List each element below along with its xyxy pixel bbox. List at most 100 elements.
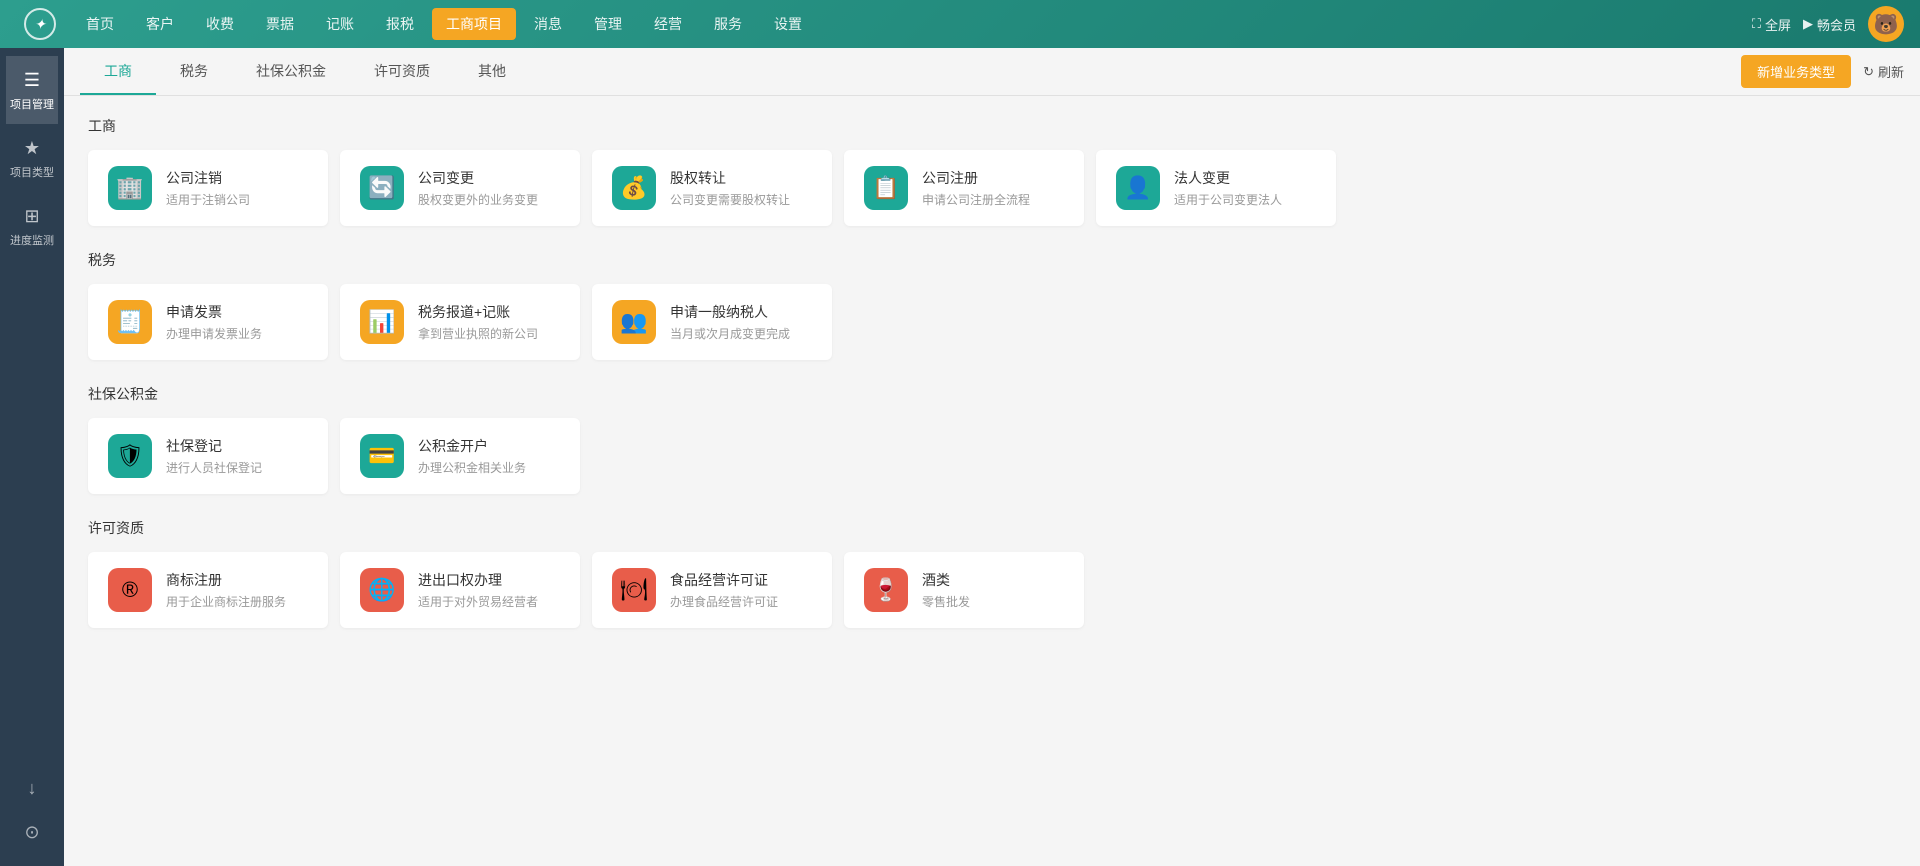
tab-许可资质[interactable]: 许可资质 [350,49,454,95]
card-商标注册[interactable]: ® 商标注册用于企业商标注册服务 [88,552,328,628]
main-layout: ☰项目管理★项目类型⊞进度监测 ↓⊙ 工商税务社保公积金许可资质其他 新增业务类… [0,48,1920,866]
card-法人变更[interactable]: 👤法人变更适用于公司变更法人 [1096,150,1336,226]
refresh-label: 刷新 [1878,62,1904,81]
nav-item-工商项目[interactable]: 工商项目 [432,8,516,40]
refresh-button[interactable]: ↻ 刷新 [1863,62,1904,81]
sidebar-icon-项目类型: ★ [20,136,44,160]
card-title-法人变更: 法人变更 [1174,168,1282,188]
section-许可资质: 许可资质 ® 商标注册用于企业商标注册服务 🌐 进出口权办理适用于对外贸易经营者 🍽 食品经… [88,518,1896,628]
nav-item-报税[interactable]: 报税 [372,8,428,40]
card-icon-食品经营许可证: 🍽 [612,568,656,612]
card-title-股权转让: 股权转让 [670,168,790,188]
card-desc-食品经营许可证: 办理食品经营许可证 [670,593,778,610]
fullscreen-button[interactable]: ⛶ 全屏 [1752,15,1791,34]
nav-item-收费[interactable]: 收费 [192,8,248,40]
card-公司注销[interactable]: 🏢公司注销适用于注销公司 [88,150,328,226]
section-title-许可资质: 许可资质 [88,518,1896,538]
sidebar-label: 项目类型 [10,164,54,180]
sidebar-item-项目类型[interactable]: ★ 项目类型 [6,124,58,192]
card-icon-股权转让: 💰 [612,166,656,210]
card-进出口权办理[interactable]: 🌐 进出口权办理适用于对外贸易经营者 [340,552,580,628]
card-desc-法人变更: 适用于公司变更法人 [1174,191,1282,208]
nav-item-记账[interactable]: 记账 [312,8,368,40]
card-title-商标注册: 商标注册 [166,570,286,590]
card-申请发票[interactable]: 🧾申请发票办理申请发票业务 [88,284,328,360]
sidebar-bottom-download-icon[interactable]: ↓ [14,770,50,806]
sidebar-bottom: ↓⊙ [14,770,50,866]
avatar: 🐻 [1868,6,1904,42]
sidebar-item-项目管理[interactable]: ☰项目管理 [6,56,58,124]
add-type-button[interactable]: 新增业务类型 [1741,55,1851,88]
fullscreen-icon: ⛶ [1752,16,1761,32]
card-title-公司变更: 公司变更 [418,168,538,188]
card-酒类[interactable]: 🍷酒类零售批发 [844,552,1084,628]
nav-item-服务[interactable]: 服务 [700,8,756,40]
card-desc-商标注册: 用于企业商标注册服务 [166,593,286,610]
card-title-公司注销: 公司注销 [166,168,250,188]
card-desc-公司变更: 股权变更外的业务变更 [418,191,538,208]
card-desc-公积金开户: 办理公积金相关业务 [418,459,526,476]
nav-item-管理[interactable]: 管理 [580,8,636,40]
section-title-税务: 税务 [88,250,1896,270]
tab-其他[interactable]: 其他 [454,49,530,95]
card-title-进出口权办理: 进出口权办理 [418,570,538,590]
card-icon-申请一般纳税人: 👥 [612,300,656,344]
card-社保登记[interactable]: 🛡 社保登记进行人员社保登记 [88,418,328,494]
section-税务: 税务🧾申请发票办理申请发票业务📊税务报道+记账拿到营业执照的新公司👥申请一般纳税… [88,250,1896,360]
card-公积金开户[interactable]: 💳 公积金开户办理公积金相关业务 [340,418,580,494]
nav-item-经营[interactable]: 经营 [640,8,696,40]
card-desc-公司注册: 申请公司注册全流程 [922,191,1030,208]
card-title-申请一般纳税人: 申请一般纳税人 [670,302,790,322]
sidebar-label: 进度监测 [10,232,54,248]
nav-right: ⛶ 全屏 ▶ 畅会员 🐻 [1752,6,1904,42]
section-title-社保公积金: 社保公积金 [88,384,1896,404]
nav-item-客户[interactable]: 客户 [132,8,188,40]
card-title-申请发票: 申请发票 [166,302,262,322]
nav-item-票据[interactable]: 票据 [252,8,308,40]
vip-button[interactable]: ▶ 畅会员 [1803,15,1856,34]
card-title-公司注册: 公司注册 [922,168,1030,188]
card-icon-公积金开户: 💳 [360,434,404,478]
card-title-公积金开户: 公积金开户 [418,436,526,456]
logo: ✦ [16,0,64,48]
card-食品经营许可证[interactable]: 🍽 食品经营许可证办理食品经营许可证 [592,552,832,628]
card-税务报道+记账[interactable]: 📊税务报道+记账拿到营业执照的新公司 [340,284,580,360]
logo-icon: ✦ [24,8,56,40]
tab-社保公积金[interactable]: 社保公积金 [232,49,350,95]
tab-工商[interactable]: 工商 [80,49,156,95]
nav-item-消息[interactable]: 消息 [520,8,576,40]
card-icon-公司注销: 🏢 [108,166,152,210]
section-title-工商: 工商 [88,116,1896,136]
card-icon-公司变更: 🔄 [360,166,404,210]
card-股权转让[interactable]: 💰 股权转让公司变更需要股权转让 [592,150,832,226]
tab-right: 新增业务类型 ↻ 刷新 [1741,55,1904,88]
tab-税务[interactable]: 税务 [156,49,232,95]
card-icon-公司注册: 📋 [864,166,908,210]
sidebar-item-进度监测[interactable]: ⊞进度监测 [6,192,58,260]
card-申请一般纳税人[interactable]: 👥申请一般纳税人当月或次月成变更完成 [592,284,832,360]
sidebar-icon-项目管理: ☰ [20,68,44,92]
content-area: 工商税务社保公积金许可资质其他 新增业务类型 ↻ 刷新 工商🏢公司注销适用于注销… [64,48,1920,866]
card-icon-申请发票: 🧾 [108,300,152,344]
card-icon-社保登记: 🛡 [108,434,152,478]
card-title-食品经营许可证: 食品经营许可证 [670,570,778,590]
top-nav: ✦ 首页客户收费票据记账报税工商项目消息管理经营服务设置 ⛶ 全屏 ▶ 畅会员 … [0,0,1920,48]
card-icon-酒类: 🍷 [864,568,908,612]
section-社保公积金: 社保公积金 🛡 社保登记进行人员社保登记 💳 公积金开户办理公积金相关业务 [88,384,1896,494]
refresh-icon: ↻ [1863,64,1874,80]
card-title-酒类: 酒类 [922,570,970,590]
sidebar-bottom-settings-icon[interactable]: ⊙ [14,814,50,850]
card-desc-进出口权办理: 适用于对外贸易经营者 [418,593,538,610]
vip-label: 畅会员 [1817,15,1856,34]
card-公司变更[interactable]: 🔄 公司变更股权变更外的业务变更 [340,150,580,226]
nav-item-设置[interactable]: 设置 [760,8,816,40]
nav-item-首页[interactable]: 首页 [72,8,128,40]
card-title-社保登记: 社保登记 [166,436,262,456]
sidebar: ☰项目管理★项目类型⊞进度监测 ↓⊙ [0,48,64,866]
card-公司注册[interactable]: 📋 公司注册申请公司注册全流程 [844,150,1084,226]
vip-icon: ▶ [1803,16,1813,32]
card-desc-股权转让: 公司变更需要股权转让 [670,191,790,208]
card-desc-社保登记: 进行人员社保登记 [166,459,262,476]
card-icon-进出口权办理: 🌐 [360,568,404,612]
card-icon-商标注册: ® [108,568,152,612]
